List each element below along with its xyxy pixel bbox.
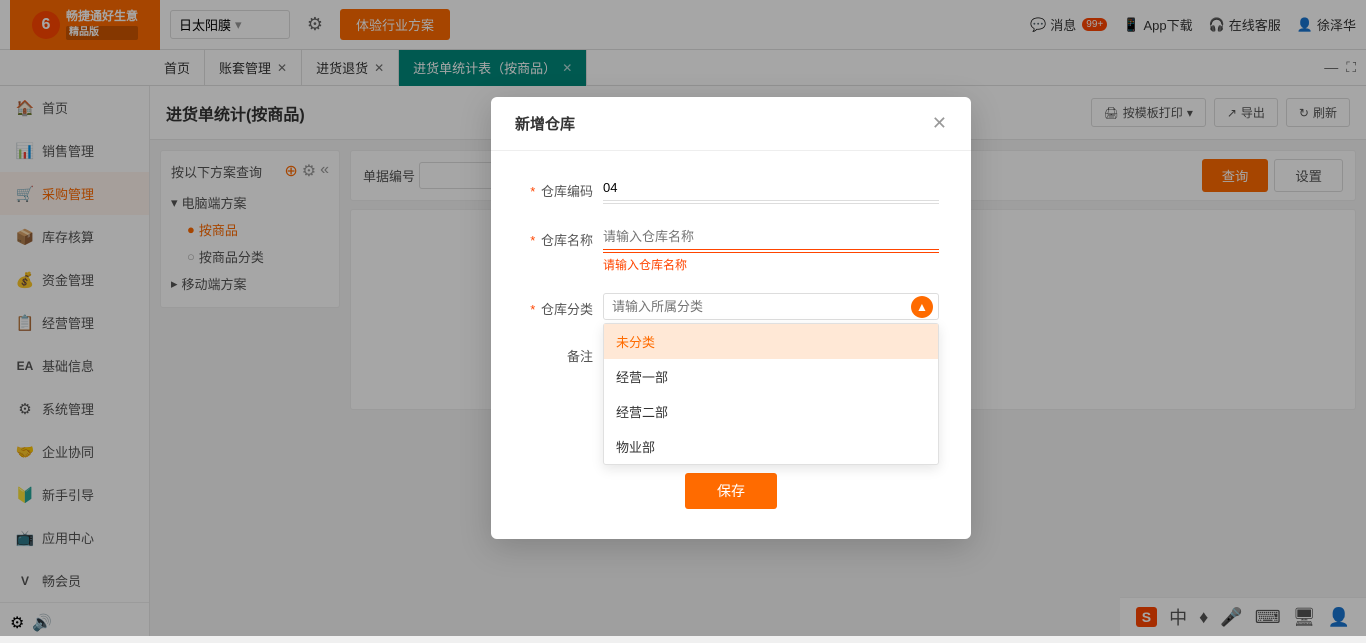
add-warehouse-dialog: 新增仓库 ✕ * 仓库编码 * 仓库名称 请输入仓库名称 <box>491 97 971 539</box>
dialog-footer: 保存 <box>491 473 971 509</box>
name-label: * 仓库名称 <box>523 224 593 249</box>
dialog-title: 新增仓库 <box>515 113 575 134</box>
dropdown-item-ops1[interactable]: 经营一部 <box>604 359 938 394</box>
category-input[interactable] <box>603 293 939 320</box>
category-dropdown: 未分类 经营一部 经营二部 物业部 <box>603 323 939 465</box>
category-field: ▲ 未分类 经营一部 经营二部 物业部 <box>603 293 939 320</box>
name-error-msg: 请输入仓库名称 <box>603 256 939 273</box>
code-input[interactable] <box>603 175 939 201</box>
dropdown-item-property[interactable]: 物业部 <box>604 429 938 464</box>
required-star3: * <box>530 302 535 317</box>
category-field-row: * 仓库分类 ▲ 未分类 经营一部 经营二部 物业部 <box>523 293 939 320</box>
chevron-up-icon[interactable]: ▲ <box>911 296 933 318</box>
name-field-row: * 仓库名称 请输入仓库名称 <box>523 224 939 273</box>
category-input-wrap: ▲ <box>603 293 939 320</box>
code-field <box>603 175 939 204</box>
dialog-body: * 仓库编码 * 仓库名称 请输入仓库名称 * 仓库分类 <box>491 151 971 473</box>
dialog-close-button[interactable]: ✕ <box>932 113 947 134</box>
code-label: * 仓库编码 <box>523 175 593 200</box>
name-field: 请输入仓库名称 <box>603 224 939 273</box>
dropdown-item-uncategorized[interactable]: 未分类 <box>604 324 938 359</box>
category-label: * 仓库分类 <box>523 293 593 318</box>
name-underline-error <box>603 252 939 253</box>
dropdown-item-ops2[interactable]: 经营二部 <box>604 394 938 429</box>
code-underline <box>603 203 939 204</box>
save-button[interactable]: 保存 <box>685 473 777 509</box>
name-input[interactable] <box>603 224 939 250</box>
required-star2: * <box>530 233 535 248</box>
required-star: * <box>530 184 535 199</box>
code-field-row: * 仓库编码 <box>523 175 939 204</box>
dialog-header: 新增仓库 ✕ <box>491 97 971 151</box>
note-label: 备注 <box>523 340 593 365</box>
